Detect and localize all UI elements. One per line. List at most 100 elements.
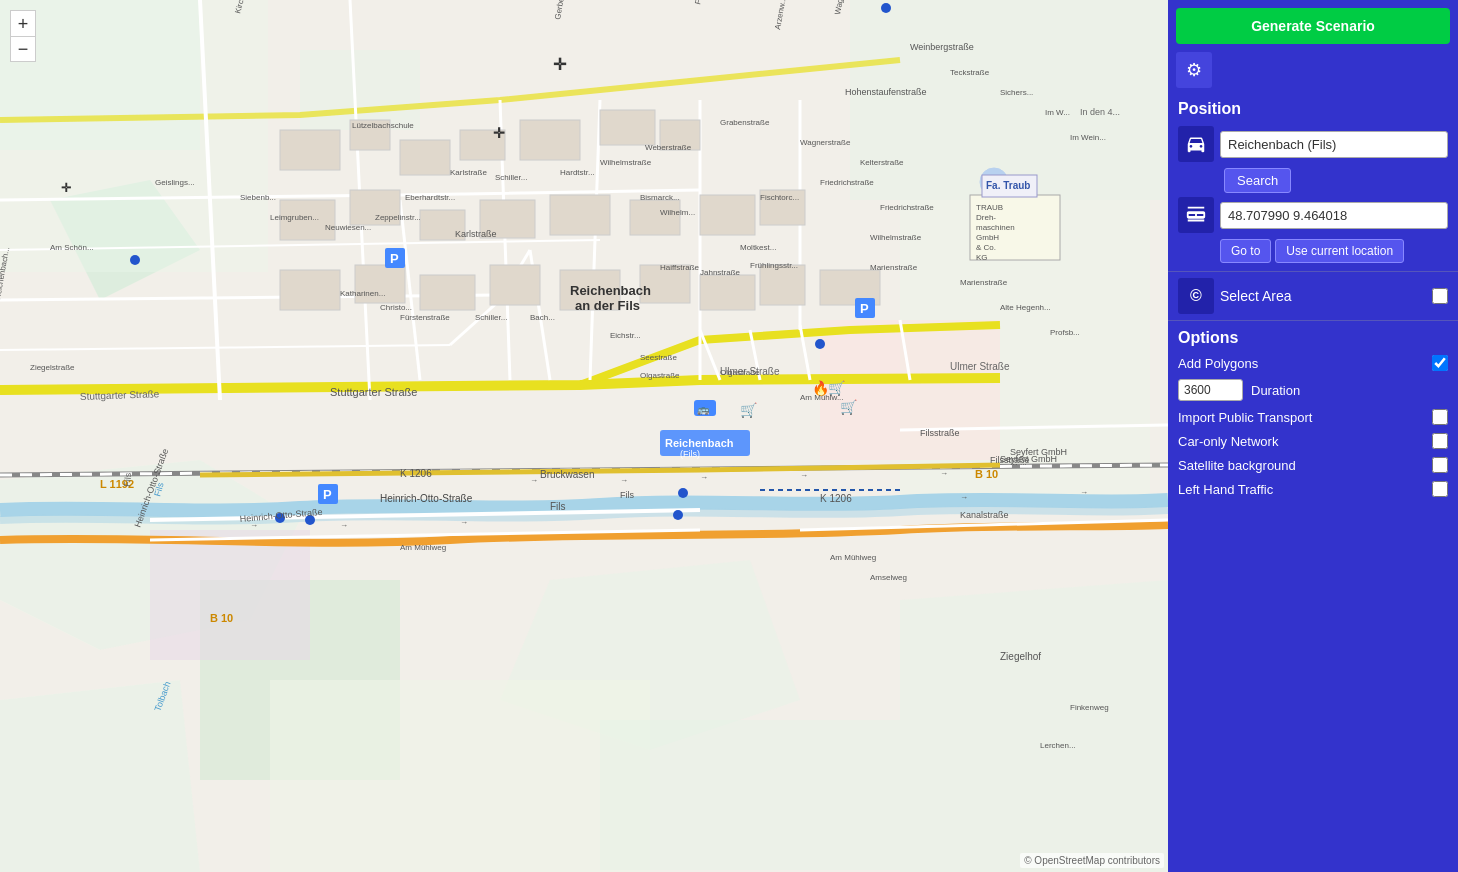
svg-text:Christo...: Christo...: [380, 303, 412, 312]
svg-text:& Co.: & Co.: [976, 243, 996, 252]
svg-text:Lerchen...: Lerchen...: [1040, 741, 1076, 750]
svg-text:✛: ✛: [493, 125, 505, 141]
svg-rect-9: [0, 0, 268, 272]
svg-rect-3: [300, 50, 420, 130]
svg-text:Kelterstraße: Kelterstraße: [860, 158, 904, 167]
svg-text:TRAUB: TRAUB: [976, 203, 1003, 212]
svg-text:Haiffstraße: Haiffstraße: [660, 263, 700, 272]
duration-label: Duration: [1251, 383, 1300, 398]
svg-rect-4: [850, 0, 1168, 200]
import-public-transport-label: Import Public Transport: [1178, 410, 1432, 425]
settings-row: ⚙: [1168, 48, 1458, 92]
svg-text:Fils: Fils: [620, 490, 634, 500]
svg-text:Alte Hegenh...: Alte Hegenh...: [1000, 303, 1051, 312]
svg-text:→: →: [800, 471, 808, 480]
svg-text:B 10: B 10: [975, 468, 998, 480]
goto-buttons-row: Go to Use current location: [1220, 239, 1448, 263]
svg-text:Leimgruben...: Leimgruben...: [270, 213, 319, 222]
goto-button[interactable]: Go to: [1220, 239, 1271, 263]
svg-rect-16: [280, 130, 340, 170]
position-title: Position: [1178, 100, 1448, 118]
search-button[interactable]: Search: [1224, 168, 1291, 193]
location-input[interactable]: [1220, 131, 1448, 158]
use-current-location-button[interactable]: Use current location: [1275, 239, 1404, 263]
road-icon: [1185, 204, 1207, 226]
svg-rect-28: [630, 200, 680, 235]
svg-text:Fürstenstraße: Fürstenstraße: [400, 313, 450, 322]
map-container[interactable]: P P P P 🚌 🛒 🛒 🛒 🔥 ✛ ✛ ✛ Stuttgarter Stra…: [0, 0, 1168, 872]
svg-text:Teckstraße: Teckstraße: [950, 68, 990, 77]
svg-text:Weberstraße: Weberstraße: [645, 143, 692, 152]
search-row: Search: [1220, 168, 1448, 193]
svg-text:Reichenbach: Reichenbach: [570, 283, 651, 298]
svg-rect-29: [700, 195, 755, 235]
position-section: Position Search Go to Use current locati…: [1168, 92, 1458, 271]
svg-text:Eichstr...: Eichstr...: [610, 331, 641, 340]
svg-text:→: →: [530, 476, 538, 485]
svg-text:→: →: [700, 473, 708, 482]
svg-rect-21: [600, 110, 655, 145]
svg-text:an der Fils: an der Fils: [575, 298, 640, 313]
svg-text:Fischtorc...: Fischtorc...: [760, 193, 799, 202]
svg-text:Neuwiesen...: Neuwiesen...: [325, 223, 371, 232]
settings-button[interactable]: ⚙: [1176, 52, 1212, 88]
svg-text:Moltkest...: Moltkest...: [740, 243, 776, 252]
svg-text:Siebenb...: Siebenb...: [240, 193, 276, 202]
svg-text:Seestraße: Seestraße: [640, 353, 677, 362]
svg-text:Im Wein...: Im Wein...: [1070, 133, 1106, 142]
generate-scenario-button[interactable]: Generate Scenario: [1176, 8, 1450, 44]
svg-text:Bruckwasen: Bruckwasen: [540, 469, 594, 480]
car-only-network-row: Car-only Network: [1178, 433, 1448, 449]
svg-text:Profsb...: Profsb...: [1050, 328, 1080, 337]
zoom-in-button[interactable]: +: [10, 10, 36, 36]
svg-text:🛒: 🛒: [740, 402, 758, 419]
svg-rect-27: [550, 195, 610, 235]
select-area-checkbox[interactable]: [1432, 288, 1448, 304]
svg-point-46: [130, 255, 140, 265]
svg-text:→: →: [1080, 488, 1088, 497]
svg-text:✛: ✛: [61, 181, 71, 195]
svg-text:In den 4...: In den 4...: [1080, 107, 1120, 117]
duration-input[interactable]: [1178, 379, 1243, 401]
svg-text:KG: KG: [976, 253, 988, 262]
svg-text:Katharinen...: Katharinen...: [340, 289, 385, 298]
svg-point-49: [673, 510, 683, 520]
left-hand-traffic-label: Left Hand Traffic: [1178, 482, 1432, 497]
svg-text:Olgastraße: Olgastraße: [640, 371, 680, 380]
svg-text:Weinbergstraße: Weinbergstraße: [910, 42, 974, 52]
svg-text:→: →: [340, 521, 348, 530]
svg-text:Dreh-: Dreh-: [976, 213, 996, 222]
svg-rect-38: [760, 265, 805, 305]
svg-text:Hohenstaufenstraße: Hohenstaufenstraße: [845, 87, 927, 97]
svg-text:Hardtstr...: Hardtstr...: [560, 168, 595, 177]
svg-text:Wilhelmstraße: Wilhelmstraße: [600, 158, 652, 167]
satellite-background-checkbox[interactable]: [1432, 457, 1448, 473]
svg-text:Wilhelmstraße: Wilhelmstraße: [870, 233, 922, 242]
svg-rect-18: [400, 140, 450, 175]
add-polygons-checkbox[interactable]: [1432, 355, 1448, 371]
car-only-network-checkbox[interactable]: [1432, 433, 1448, 449]
svg-rect-14: [820, 320, 1000, 460]
map-background: P P P P 🚌 🛒 🛒 🛒 🔥 ✛ ✛ ✛ Stuttgarter Stra…: [0, 0, 1168, 872]
road-icon-box: [1178, 197, 1214, 233]
svg-text:Fa. Traub: Fa. Traub: [986, 180, 1030, 191]
svg-text:Jahnstraße: Jahnstraße: [700, 268, 741, 277]
car-icon-box: [1178, 126, 1214, 162]
svg-text:Ziegelhof: Ziegelhof: [1000, 651, 1041, 662]
svg-text:Marienstraße: Marienstraße: [870, 263, 918, 272]
svg-text:Karlstraße: Karlstraße: [450, 168, 487, 177]
zoom-out-button[interactable]: −: [10, 36, 36, 62]
copyright-icon-box: ©: [1178, 278, 1214, 314]
svg-text:Fils: Fils: [550, 501, 566, 512]
svg-text:Ziegelstraße: Ziegelstraße: [30, 363, 75, 372]
svg-rect-15: [150, 530, 310, 660]
svg-text:Amselweg: Amselweg: [870, 573, 907, 582]
svg-text:Stuttgarter Straße: Stuttgarter Straße: [330, 386, 417, 398]
coordinates-input[interactable]: [1220, 202, 1448, 229]
left-hand-traffic-checkbox[interactable]: [1432, 481, 1448, 497]
import-public-transport-checkbox[interactable]: [1432, 409, 1448, 425]
svg-text:Wilhelm...: Wilhelm...: [660, 208, 695, 217]
svg-text:P: P: [390, 251, 399, 266]
svg-text:P: P: [860, 301, 869, 316]
svg-text:🚌: 🚌: [697, 403, 710, 416]
